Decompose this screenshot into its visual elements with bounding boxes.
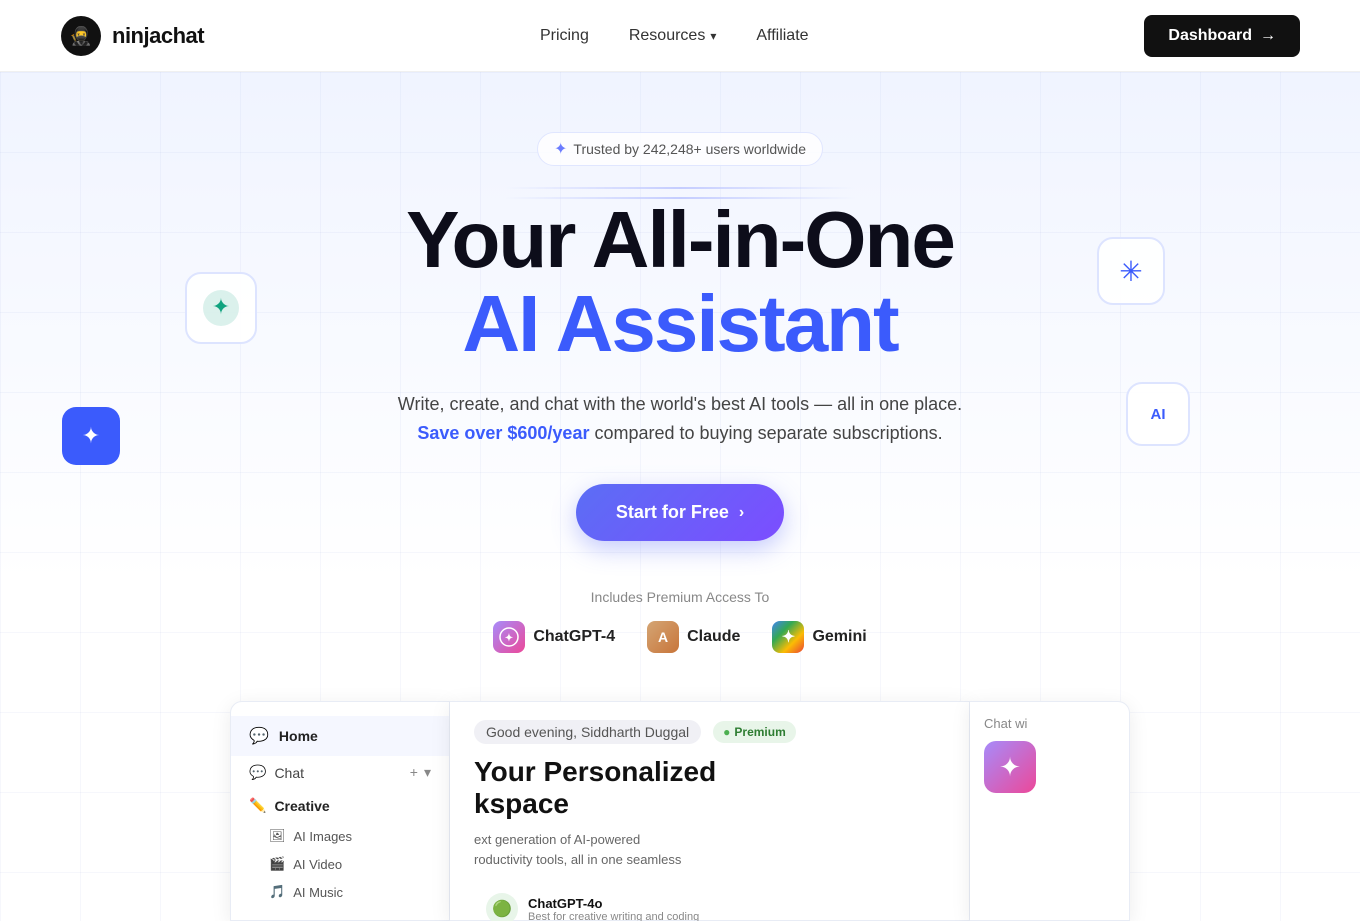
sidebar-ai-images[interactable]: 🖼 AI Images bbox=[231, 822, 449, 850]
sidebar-creative[interactable]: ✏️ Creative bbox=[231, 789, 449, 822]
chevron-down-icon: ▾ bbox=[710, 29, 716, 43]
logo-text: ninjachat bbox=[112, 23, 204, 49]
music-icon: 🎵 bbox=[269, 884, 285, 900]
video-icon: 🎬 bbox=[269, 856, 285, 872]
sidebar-ai-video[interactable]: 🎬 AI Video bbox=[231, 850, 449, 878]
svg-text:🥷: 🥷 bbox=[70, 25, 92, 46]
preview-body: ext generation of AI-powered roductivity… bbox=[474, 830, 945, 869]
hero-title: Your All-in-One AI Assistant bbox=[20, 198, 1340, 366]
nav-links: Pricing Resources ▾ Affiliate bbox=[540, 27, 809, 45]
arrow-right-icon: › bbox=[739, 504, 744, 522]
chat-icon: 💬 bbox=[249, 764, 266, 781]
hero-subtitle: Write, create, and chat with the world's… bbox=[20, 394, 1340, 415]
nav-pricing[interactable]: Pricing bbox=[540, 27, 589, 45]
includes-label: Includes Premium Access To bbox=[20, 589, 1340, 605]
greeting-row: Good evening, Siddharth Duggal ● Premium bbox=[474, 720, 945, 744]
sidebar-chat-row[interactable]: 💬 Chat + ▾ bbox=[231, 756, 449, 789]
start-free-button[interactable]: Start for Free › bbox=[576, 484, 784, 541]
preview-main: Good evening, Siddharth Duggal ● Premium… bbox=[450, 701, 970, 921]
image-icon: 🖼 bbox=[269, 828, 286, 844]
model-chatgpt4o[interactable]: 🟢 ChatGPT-4o Best for creative writing a… bbox=[474, 885, 945, 921]
creative-icon: ✏️ bbox=[249, 797, 266, 814]
claude-tool: A Claude bbox=[647, 621, 740, 653]
logo-icon: 🥷 bbox=[60, 15, 102, 57]
greeting-text: Good evening, Siddharth Duggal bbox=[474, 720, 701, 744]
spark-icon: ✦ bbox=[554, 139, 567, 159]
chatgpt-float-button[interactable]: ✦ bbox=[984, 741, 1036, 793]
model-list: 🟢 ChatGPT-4o Best for creative writing a… bbox=[474, 877, 945, 921]
dashboard-button[interactable]: Dashboard → bbox=[1144, 15, 1300, 57]
preview-heading: Your Personalized kspace bbox=[474, 756, 945, 820]
sidebar-ai-music[interactable]: 🎵 AI Music bbox=[231, 878, 449, 906]
preview-sidebar: 💬 Home 💬 Chat + ▾ ✏️ Creative bbox=[230, 701, 450, 921]
gemini-icon: ✦ bbox=[772, 621, 804, 653]
logo[interactable]: 🥷 ninjachat bbox=[60, 15, 204, 57]
preview-container: 💬 Home 💬 Chat + ▾ ✏️ Creative bbox=[230, 701, 1130, 921]
hero-section: ✦ ✳ AI ✦ ✦ Trusted by 242,248+ users wor… bbox=[0, 72, 1360, 921]
arrow-icon: → bbox=[1260, 27, 1276, 45]
chatgpt4o-icon: 🟢 bbox=[486, 893, 518, 921]
navbar: 🥷 ninjachat Pricing Resources ▾ Affiliat… bbox=[0, 0, 1360, 72]
ai-tools-row: ✦ ChatGPT-4 A Claude ✦ Gemini bbox=[20, 621, 1340, 653]
savings-rest: compared to buying separate subscription… bbox=[594, 423, 942, 443]
premium-badge: ● Premium bbox=[713, 721, 796, 743]
home-icon: 💬 bbox=[249, 726, 269, 746]
preview-right-panel: Chat wi ✦ bbox=[970, 701, 1130, 921]
nav-resources[interactable]: Resources ▾ bbox=[629, 27, 717, 45]
svg-text:✦: ✦ bbox=[505, 633, 513, 644]
add-chat-icon[interactable]: + bbox=[410, 764, 418, 781]
sidebar-home[interactable]: 💬 Home bbox=[231, 716, 449, 756]
preview-wrapper: 💬 Home 💬 Chat + ▾ ✏️ Creative bbox=[20, 701, 1340, 921]
trusted-badge: ✦ Trusted by 242,248+ users worldwide bbox=[537, 132, 823, 166]
nav-affiliate[interactable]: Affiliate bbox=[756, 27, 808, 45]
chatgpt-icon: ✦ bbox=[493, 621, 525, 653]
chat-with-label: Chat wi bbox=[984, 716, 1115, 731]
gemini-tool: ✦ Gemini bbox=[772, 621, 866, 653]
expand-chat-icon[interactable]: ▾ bbox=[424, 764, 431, 781]
claude-icon: A bbox=[647, 621, 679, 653]
chatgpt-tool: ✦ ChatGPT-4 bbox=[493, 621, 615, 653]
hero-savings: Save over $600/year compared to buying s… bbox=[20, 423, 1340, 444]
